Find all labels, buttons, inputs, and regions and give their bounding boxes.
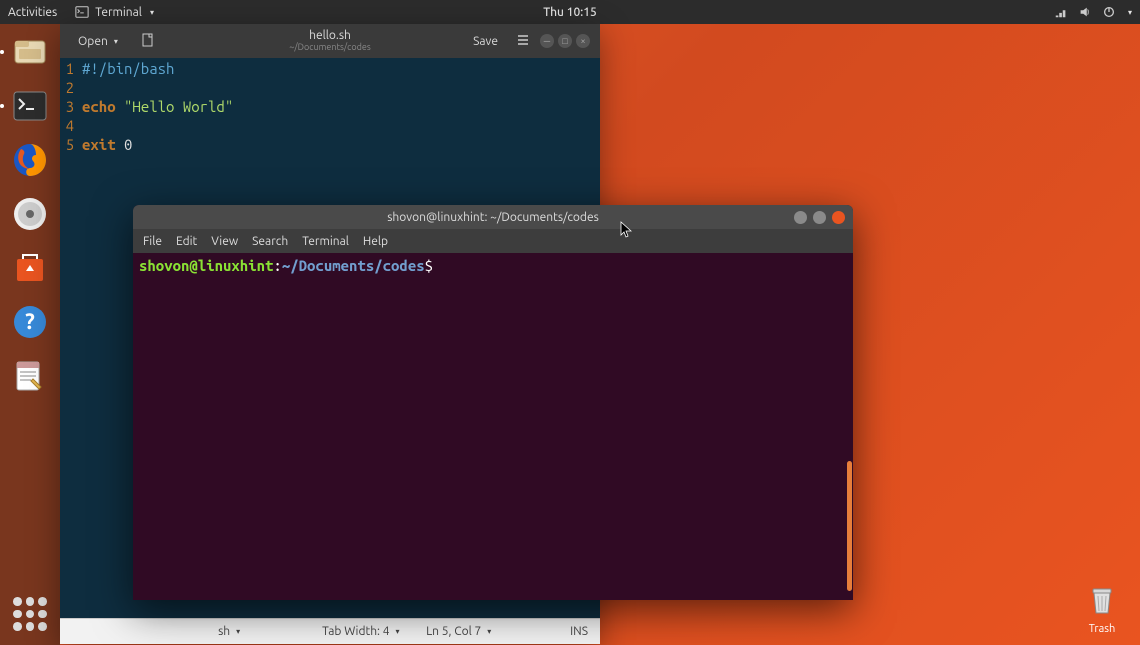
- menu-file[interactable]: File: [143, 235, 162, 248]
- prompt-line: shovon@linuxhint:~/Documents/codes$: [139, 257, 847, 274]
- new-doc-icon: [140, 32, 156, 48]
- terminal-title-text: shovon@linuxhint: ~/Documents/codes: [387, 211, 599, 224]
- menu-help[interactable]: Help: [363, 235, 388, 248]
- power-icon[interactable]: [1102, 5, 1116, 19]
- close-button[interactable]: [832, 211, 845, 224]
- dock-help[interactable]: ?: [8, 300, 52, 344]
- hamburger-menu-button[interactable]: [516, 33, 530, 50]
- system-tray[interactable]: ▾: [1054, 5, 1132, 19]
- app-menu[interactable]: Terminal ▾: [75, 5, 154, 19]
- tabwidth-selector[interactable]: Tab Width: 4 ▾: [322, 625, 402, 638]
- cursor-position[interactable]: Ln 5, Col 7 ▾: [426, 625, 546, 638]
- dropdown-icon: ▾: [150, 8, 154, 17]
- language-selector[interactable]: sh ▾: [218, 625, 298, 638]
- terminal-menu-icon: [75, 5, 89, 19]
- network-icon[interactable]: [1054, 5, 1068, 19]
- dock-firefox[interactable]: [8, 138, 52, 182]
- dropdown-icon: ▾: [114, 37, 118, 46]
- insert-mode-indicator[interactable]: INS: [570, 625, 588, 638]
- gedit-headerbar: Open ▾ hello.sh ~/Documents/codes Save ─…: [60, 24, 600, 58]
- open-button[interactable]: Open ▾: [70, 32, 126, 51]
- trash-icon: [1084, 581, 1120, 617]
- new-document-button[interactable]: [140, 32, 156, 51]
- dropdown-icon: ▾: [487, 627, 491, 636]
- menu-search[interactable]: Search: [252, 235, 288, 248]
- gedit-title: hello.sh ~/Documents/codes: [289, 29, 370, 52]
- menu-view[interactable]: View: [211, 235, 238, 248]
- close-button[interactable]: ×: [576, 34, 590, 48]
- terminal-titlebar[interactable]: shovon@linuxhint: ~/Documents/codes: [133, 205, 853, 229]
- hamburger-icon: [516, 33, 530, 47]
- menu-edit[interactable]: Edit: [176, 235, 197, 248]
- terminal-menubar: File Edit View Search Terminal Help: [133, 229, 853, 253]
- launcher-dock: ?: [0, 24, 60, 645]
- system-menu-dropdown-icon: ▾: [1128, 8, 1132, 17]
- maximize-button[interactable]: [813, 211, 826, 224]
- dock-rhythmbox[interactable]: [8, 192, 52, 236]
- activities-button[interactable]: Activities: [8, 6, 57, 19]
- minimize-button[interactable]: ─: [540, 34, 554, 48]
- terminal-icon: [11, 87, 49, 125]
- gedit-filepath: ~/Documents/codes: [289, 43, 370, 53]
- files-icon: [11, 33, 49, 71]
- dock-text-editor[interactable]: [8, 354, 52, 398]
- line-number-gutter: 1 2 3 4 5: [60, 58, 78, 618]
- dock-software[interactable]: [8, 246, 52, 290]
- dropdown-icon: ▾: [236, 627, 240, 636]
- menu-terminal[interactable]: Terminal: [302, 235, 349, 248]
- minimize-button[interactable]: [794, 211, 807, 224]
- help-icon: ?: [11, 303, 49, 341]
- terminal-scrollbar[interactable]: [847, 253, 852, 600]
- svg-text:?: ?: [25, 309, 35, 334]
- terminal-body[interactable]: shovon@linuxhint:~/Documents/codes$: [133, 253, 853, 600]
- trash-desktop-icon[interactable]: Trash: [1082, 579, 1122, 635]
- volume-icon[interactable]: [1078, 5, 1092, 19]
- save-button[interactable]: Save: [465, 32, 506, 51]
- gedit-statusbar: sh ▾ Tab Width: 4 ▾ Ln 5, Col 7 ▾ INS: [60, 618, 600, 644]
- maximize-button[interactable]: □: [558, 34, 572, 48]
- trash-label: Trash: [1089, 623, 1116, 635]
- terminal-window: shovon@linuxhint: ~/Documents/codes File…: [133, 205, 853, 600]
- dock-terminal[interactable]: [8, 84, 52, 128]
- dropdown-icon: ▾: [396, 627, 400, 636]
- app-menu-label: Terminal: [95, 6, 142, 19]
- dock-files[interactable]: [8, 30, 52, 74]
- mouse-cursor: [620, 221, 632, 239]
- top-bar: Activities Terminal ▾ Thu 10:15 ▾: [0, 0, 1140, 24]
- show-applications-button[interactable]: [13, 597, 47, 631]
- text-editor-icon: [11, 357, 49, 395]
- clock[interactable]: Thu 10:15: [543, 6, 597, 19]
- software-icon: [11, 249, 49, 287]
- rhythmbox-icon: [11, 195, 49, 233]
- scrollbar-thumb[interactable]: [847, 461, 852, 591]
- firefox-icon: [11, 141, 49, 179]
